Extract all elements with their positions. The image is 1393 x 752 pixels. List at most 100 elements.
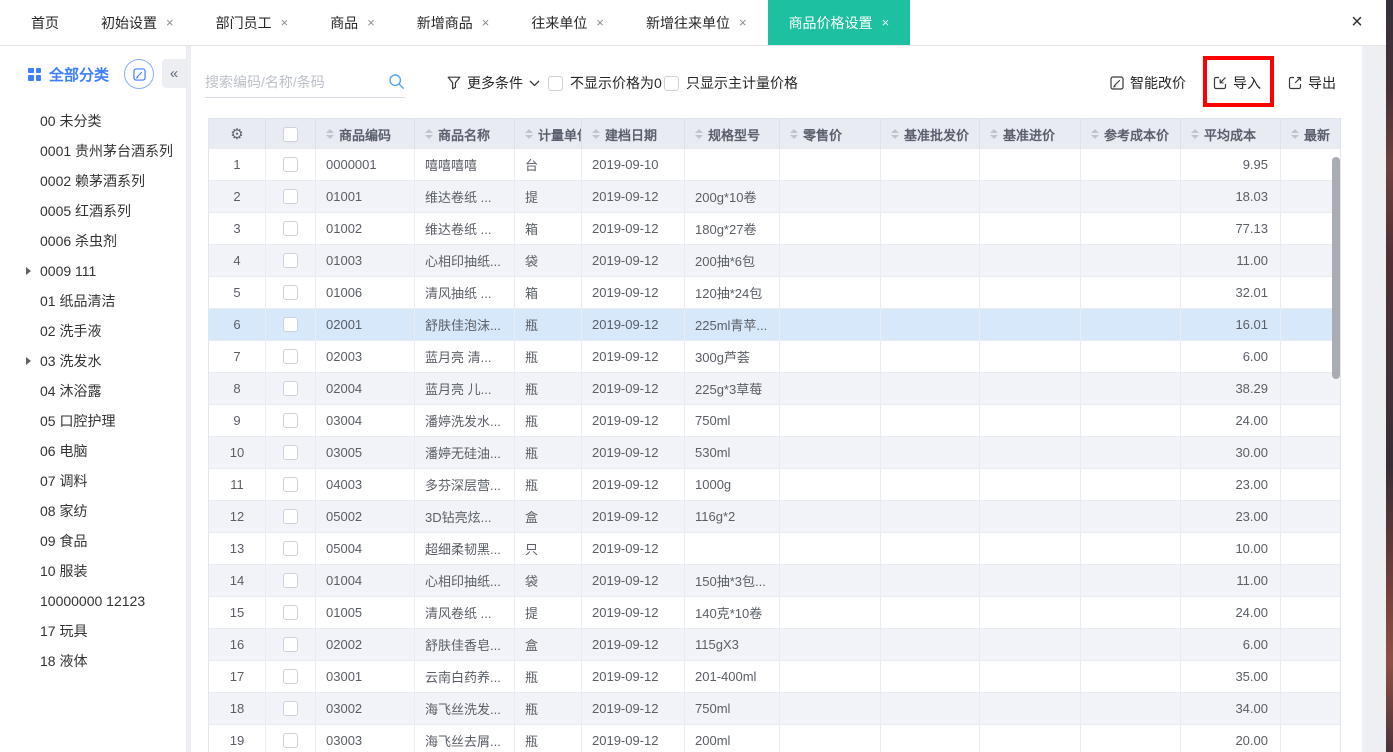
sidebar-item-18[interactable]: 18 液体 <box>0 646 186 676</box>
table-row[interactable]: 12050023D钻亮炫...盒2019-09-12116g*223.00 <box>209 501 1340 533</box>
tab-close-icon[interactable]: × <box>596 16 604 29</box>
tab-商品价格设置[interactable]: 商品价格设置× <box>768 0 911 45</box>
import-button[interactable]: 导入 <box>1213 73 1261 93</box>
tab-商品[interactable]: 商品× <box>309 0 396 45</box>
column-header-3[interactable]: 建档日期 <box>582 119 685 149</box>
sidebar-item-7[interactable]: 02 洗手液 <box>0 316 186 346</box>
table-row[interactable]: 802004蓝月亮 儿...瓶2019-09-12225g*3草莓38.29 <box>209 373 1340 405</box>
table-row[interactable]: 1501005清风卷纸 ...提2019-09-12140克*10卷24.00 <box>209 597 1340 629</box>
sidebar-item-2[interactable]: 0002 赖茅酒系列 <box>0 166 186 196</box>
table-row[interactable]: 1003005潘婷无硅油...瓶2019-09-12530ml30.00 <box>209 437 1340 469</box>
tab-close-icon[interactable]: × <box>281 16 289 29</box>
hide-zero-price-checkbox-group[interactable]: 不显示价格为0 <box>548 73 662 93</box>
search-input[interactable] <box>205 74 388 90</box>
tab-初始设置[interactable]: 初始设置× <box>80 0 195 45</box>
tab-新增往来单位[interactable]: 新增往来单位× <box>625 0 768 45</box>
tab-close-icon[interactable]: × <box>166 16 174 29</box>
sidebar-item-3[interactable]: 0005 红酒系列 <box>0 196 186 226</box>
table-row[interactable]: 401003心相印抽纸...袋2019-09-12200抽*6包11.00 <box>209 245 1340 277</box>
row-checkbox[interactable] <box>283 605 298 620</box>
sort-carets-icon[interactable] <box>592 129 600 139</box>
expand-arrow-icon[interactable] <box>26 357 31 365</box>
edit-categories-button[interactable] <box>124 59 154 89</box>
table-row[interactable]: 1401004心相印抽纸...袋2019-09-12150抽*3包...11.0… <box>209 565 1340 597</box>
column-header-6[interactable]: 基准批发价 <box>881 119 980 149</box>
search-icon[interactable] <box>388 73 405 90</box>
column-header-1[interactable]: 商品名称 <box>415 119 515 149</box>
row-checkbox[interactable] <box>283 701 298 716</box>
row-checkbox[interactable] <box>283 381 298 396</box>
table-row[interactable]: 1903003海飞丝去屑...瓶2019-09-12200ml20.00 <box>209 725 1340 752</box>
sidebar-item-8[interactable]: 03 洗发水 <box>0 346 186 376</box>
sort-carets-icon[interactable] <box>990 129 998 139</box>
sort-carets-icon[interactable] <box>1091 129 1099 139</box>
sort-carets-icon[interactable] <box>326 129 334 139</box>
table-row[interactable]: 903004潘婷洗发水...瓶2019-09-12750ml24.00 <box>209 405 1340 437</box>
row-checkbox[interactable] <box>283 637 298 652</box>
table-row[interactable]: 1602002舒肤佳香皂...盒2019-09-12115gX36.00 <box>209 629 1340 661</box>
sort-carets-icon[interactable] <box>1191 129 1199 139</box>
column-header-5[interactable]: 零售价 <box>780 119 881 149</box>
table-row[interactable]: 1803002海飞丝洗发...瓶2019-09-12750ml34.00 <box>209 693 1340 725</box>
row-checkbox[interactable] <box>283 509 298 524</box>
sort-carets-icon[interactable] <box>525 129 533 139</box>
tab-close-icon[interactable]: × <box>482 16 490 29</box>
table-row[interactable]: 501006清风抽纸 ...箱2019-09-12120抽*24包32.01 <box>209 277 1340 309</box>
sidebar-item-10[interactable]: 05 口腔护理 <box>0 406 186 436</box>
table-row[interactable]: 1104003多芬深层营...瓶2019-09-121000g23.00 <box>209 469 1340 501</box>
sort-carets-icon[interactable] <box>891 129 899 139</box>
sidebar-item-6[interactable]: 01 纸品清洁 <box>0 286 186 316</box>
column-header-9[interactable]: 平均成本 <box>1181 119 1281 149</box>
sidebar-item-1[interactable]: 0001 贵州茅台酒系列 <box>0 136 186 166</box>
column-header-7[interactable]: 基准进价 <box>980 119 1081 149</box>
sidebar-item-11[interactable]: 06 电脑 <box>0 436 186 466</box>
column-header-4[interactable]: 规格型号 <box>685 119 780 149</box>
table-row[interactable]: 301002维达卷纸 ...箱2019-09-12180g*27卷77.13 <box>209 213 1340 245</box>
table-row[interactable]: 201001维达卷纸 ...提2019-09-12200g*10卷18.03 <box>209 181 1340 213</box>
row-checkbox[interactable] <box>283 733 298 748</box>
sidebar-item-13[interactable]: 08 家纺 <box>0 496 186 526</box>
all-categories-label[interactable]: 全部分类 <box>49 64 109 85</box>
sidebar-item-9[interactable]: 04 沐浴露 <box>0 376 186 406</box>
expand-arrow-icon[interactable] <box>26 267 31 275</box>
tab-部门员工[interactable]: 部门员工× <box>195 0 310 45</box>
sidebar-item-4[interactable]: 0006 杀虫剂 <box>0 226 186 256</box>
sidebar-item-17[interactable]: 17 玩具 <box>0 616 186 646</box>
row-checkbox[interactable] <box>283 221 298 236</box>
column-header-8[interactable]: 参考成本价 <box>1081 119 1181 149</box>
row-checkbox[interactable] <box>283 445 298 460</box>
sidebar-item-5[interactable]: 0009 111 <box>0 256 186 286</box>
sidebar-item-15[interactable]: 10 服装 <box>0 556 186 586</box>
sort-carets-icon[interactable] <box>425 129 433 139</box>
sidebar-item-14[interactable]: 09 食品 <box>0 526 186 556</box>
tab-往来单位[interactable]: 往来单位× <box>510 0 625 45</box>
sort-carets-icon[interactable] <box>790 129 798 139</box>
tab-新增商品[interactable]: 新增商品× <box>396 0 511 45</box>
column-settings-button[interactable]: ⚙ <box>209 119 266 149</box>
row-checkbox[interactable] <box>283 317 298 332</box>
table-row[interactable]: 1305004超细柔韧黑...只2019-09-1210.00 <box>209 533 1340 565</box>
table-row[interactable]: 10000001嘻嘻嘻嘻台2019-09-109.95 <box>209 149 1340 181</box>
row-checkbox[interactable] <box>283 189 298 204</box>
smart-reprice-button[interactable]: 智能改价 <box>1110 73 1186 93</box>
sort-carets-icon[interactable] <box>1291 129 1299 139</box>
tab-close-icon[interactable]: × <box>882 16 890 29</box>
sidebar-item-0[interactable]: 00 未分类 <box>0 106 186 136</box>
sort-carets-icon[interactable] <box>695 129 703 139</box>
row-checkbox[interactable] <box>283 573 298 588</box>
column-header-10[interactable]: 最新 <box>1281 119 1341 149</box>
main-unit-only-checkbox-group[interactable]: 只显示主计量价格 <box>664 73 798 93</box>
row-checkbox[interactable] <box>283 477 298 492</box>
select-all-header[interactable] <box>266 119 316 149</box>
vertical-scrollbar-thumb[interactable] <box>1332 157 1340 379</box>
tab-close-icon[interactable]: × <box>367 16 375 29</box>
row-checkbox[interactable] <box>283 349 298 364</box>
tab-close-icon[interactable]: × <box>739 16 747 29</box>
select-all-checkbox[interactable] <box>283 127 298 142</box>
hide-zero-price-checkbox[interactable] <box>548 76 563 91</box>
tab-首页[interactable]: 首页 <box>10 0 80 45</box>
window-close-icon[interactable]: × <box>1340 5 1374 39</box>
column-header-0[interactable]: 商品编码 <box>316 119 415 149</box>
row-checkbox[interactable] <box>283 157 298 172</box>
table-row[interactable]: 602001舒肤佳泡沫...瓶2019-09-12225ml青苹...16.01 <box>209 309 1340 341</box>
